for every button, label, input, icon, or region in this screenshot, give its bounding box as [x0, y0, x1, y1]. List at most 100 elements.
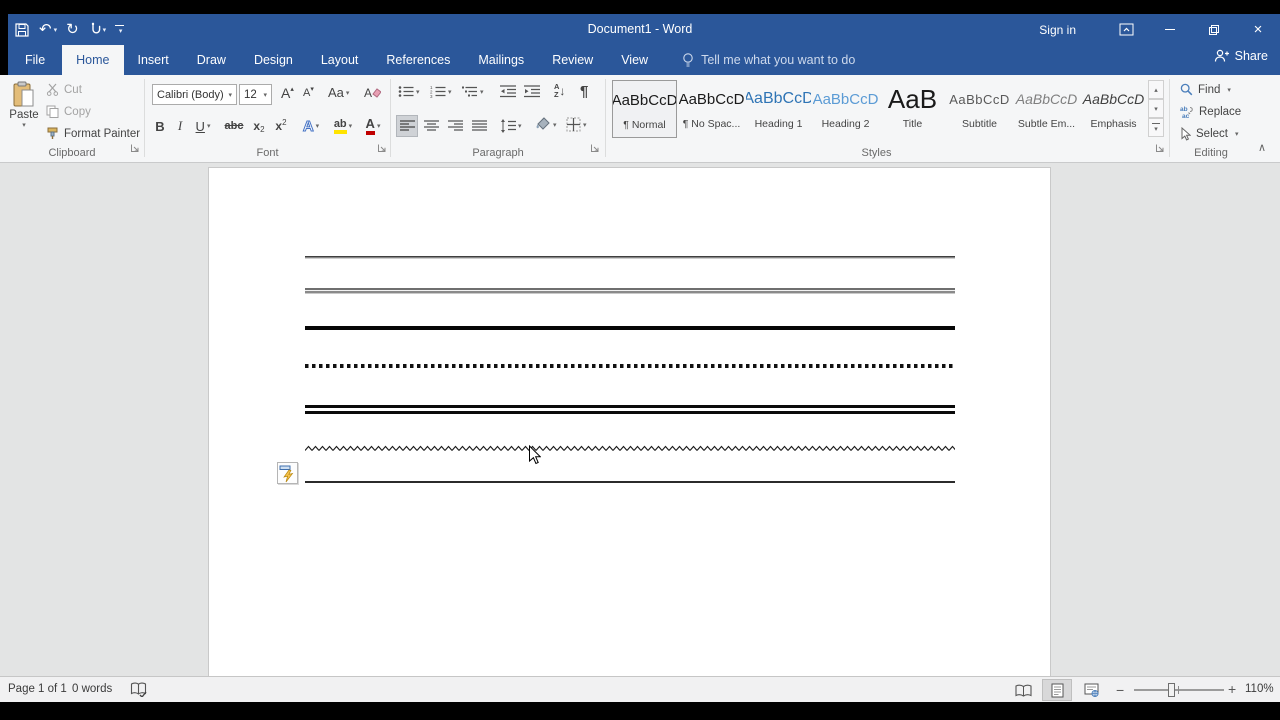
style-no-spacing[interactable]: AaBbCcD ¶ No Spac... — [679, 80, 744, 138]
tab-home[interactable]: Home — [62, 45, 124, 75]
tab-review[interactable]: Review — [538, 45, 607, 75]
strikethrough-button[interactable]: abc — [222, 115, 246, 137]
ribbon-display-options-button[interactable] — [1104, 14, 1148, 45]
style-preview: AaBbCcD — [746, 90, 811, 107]
font-size-combo[interactable]: 12 ▾ — [239, 84, 272, 105]
word-count[interactable]: 0 words — [72, 683, 112, 695]
shading-dropdown[interactable]: ▾ — [553, 121, 557, 129]
clipboard-dialog-launcher[interactable] — [130, 143, 142, 155]
tab-layout[interactable]: Layout — [307, 45, 373, 75]
underline-button[interactable]: U ▾ — [191, 115, 215, 137]
select-button[interactable]: Select ▾ — [1180, 127, 1238, 141]
paste-dropdown[interactable]: ▾ — [6, 121, 42, 129]
change-case-button[interactable]: Aa ▾ — [328, 85, 349, 100]
multilevel-list-button[interactable]: ▾ — [462, 85, 484, 98]
autocorrect-options-button[interactable] — [277, 462, 298, 484]
grow-font-button[interactable]: A ▴ — [281, 85, 294, 101]
find-dropdown[interactable]: ▾ — [1227, 86, 1231, 94]
borders-dropdown[interactable]: ▾ — [583, 121, 587, 129]
tab-view[interactable]: View — [607, 45, 662, 75]
share-button[interactable]: Share — [1214, 49, 1268, 63]
zoom-in-button[interactable]: + — [1228, 681, 1236, 697]
styles-dialog-launcher[interactable] — [1155, 143, 1167, 155]
tab-mailings[interactable]: Mailings — [464, 45, 538, 75]
close-button[interactable]: × — [1236, 14, 1280, 45]
font-color-icon: A — [365, 116, 375, 136]
zoom-out-button[interactable]: − — [1116, 682, 1124, 698]
align-left-button[interactable] — [396, 115, 418, 137]
font-dialog-launcher[interactable] — [377, 143, 389, 155]
tab-draw[interactable]: Draw — [183, 45, 240, 75]
tell-me-box[interactable]: Tell me what you want to do — [682, 45, 855, 75]
style-heading-1[interactable]: AaBbCcD Heading 1 — [746, 80, 811, 138]
paste-button[interactable]: Paste ▾ — [6, 79, 42, 149]
find-button[interactable]: Find ▾ — [1180, 83, 1231, 96]
style-preview: AaBbCcD — [949, 91, 1010, 107]
shading-button[interactable]: ▾ — [534, 117, 557, 132]
tab-design[interactable]: Design — [240, 45, 307, 75]
align-right-button[interactable] — [444, 115, 466, 137]
select-dropdown[interactable]: ▾ — [1235, 130, 1239, 138]
tab-references[interactable]: References — [372, 45, 464, 75]
zoom-level[interactable]: 110% — [1245, 683, 1274, 695]
zoom-slider-thumb[interactable] — [1168, 683, 1175, 697]
subscript-button[interactable]: x2 — [250, 115, 268, 137]
text-effects-button[interactable]: A ▾ — [298, 115, 324, 137]
restore-button[interactable] — [1192, 14, 1236, 45]
align-center-button[interactable] — [420, 115, 442, 137]
numbering-button[interactable]: 123 ▾ — [430, 85, 452, 98]
page-indicator[interactable]: Page 1 of 1 — [8, 683, 67, 695]
bullets-button[interactable]: ▾ — [398, 85, 420, 98]
replace-button[interactable]: ab ac Replace — [1180, 105, 1241, 119]
decrease-indent-button[interactable] — [500, 85, 516, 98]
styles-scroll-up-button[interactable]: ▴ — [1148, 80, 1164, 99]
highlight-button[interactable]: ab ▾ — [328, 115, 358, 137]
style-heading-2[interactable]: AaBbCcD Heading 2 — [813, 80, 878, 138]
read-mode-button[interactable] — [1008, 679, 1038, 701]
styles-gallery-more-button[interactable]: ▾ — [1148, 118, 1164, 137]
borders-button[interactable]: ▾ — [566, 117, 587, 132]
font-name-dropdown[interactable]: ▾ — [228, 91, 232, 99]
collapse-ribbon-button[interactable]: ∧ — [1258, 141, 1266, 154]
proofing-status-button[interactable] — [130, 681, 148, 697]
styles-scroll-down-button[interactable]: ▾ — [1148, 99, 1164, 118]
web-layout-button[interactable] — [1076, 679, 1106, 701]
font-color-button[interactable]: A ▾ — [360, 115, 386, 137]
style-emphasis[interactable]: AaBbCcD Emphasis — [1081, 80, 1146, 138]
line-spacing-button[interactable]: ▾ — [500, 119, 522, 133]
highlight-dropdown[interactable]: ▾ — [349, 122, 353, 130]
increase-indent-button[interactable] — [524, 85, 540, 98]
tab-file[interactable]: File — [8, 45, 63, 75]
shading-bucket-icon — [536, 117, 550, 130]
document-page[interactable] — [208, 167, 1051, 676]
format-painter-button[interactable]: Format Painter — [46, 127, 140, 140]
superscript-button[interactable]: x2 — [272, 115, 290, 137]
italic-button[interactable]: I — [174, 115, 186, 137]
show-hide-pilcrow-button[interactable]: ¶ — [580, 83, 588, 100]
font-color-dropdown[interactable]: ▾ — [377, 122, 381, 130]
document-area[interactable] — [0, 163, 1280, 676]
font-size-dropdown[interactable]: ▾ — [263, 91, 267, 99]
shrink-font-button[interactable]: A ▾ — [303, 86, 314, 99]
style-normal[interactable]: AaBbCcD ¶ Normal — [612, 80, 677, 138]
word-window: ↶ ▾ ↻ ▾ ▾ Document1 - Word Sign in × Fil… — [0, 0, 1280, 720]
zoom-slider-track[interactable] — [1134, 689, 1224, 691]
justify-button[interactable] — [468, 115, 490, 137]
font-name-combo[interactable]: Calibri (Body) ▾ — [152, 84, 237, 105]
clear-formatting-button[interactable]: A — [364, 85, 381, 100]
style-title[interactable]: AaB Title — [880, 80, 945, 138]
minimize-button[interactable] — [1148, 14, 1192, 45]
print-layout-button[interactable] — [1042, 679, 1072, 701]
tab-insert[interactable]: Insert — [124, 45, 183, 75]
copy-button[interactable]: Copy — [46, 105, 91, 118]
underline-dropdown[interactable]: ▾ — [207, 122, 211, 130]
sort-button[interactable]: AZ ↓ — [554, 83, 565, 98]
grow-font-icon: A — [281, 85, 291, 101]
cut-button[interactable]: Cut — [46, 83, 82, 96]
style-subtle-emphasis[interactable]: AaBbCcD Subtle Em... — [1014, 80, 1079, 138]
sign-in-link[interactable]: Sign in — [1039, 23, 1076, 37]
paragraph-dialog-launcher[interactable] — [590, 143, 602, 155]
style-subtitle[interactable]: AaBbCcD Subtitle — [947, 80, 1012, 138]
svg-text:ac: ac — [1182, 113, 1190, 118]
bold-button[interactable]: B — [152, 115, 168, 137]
